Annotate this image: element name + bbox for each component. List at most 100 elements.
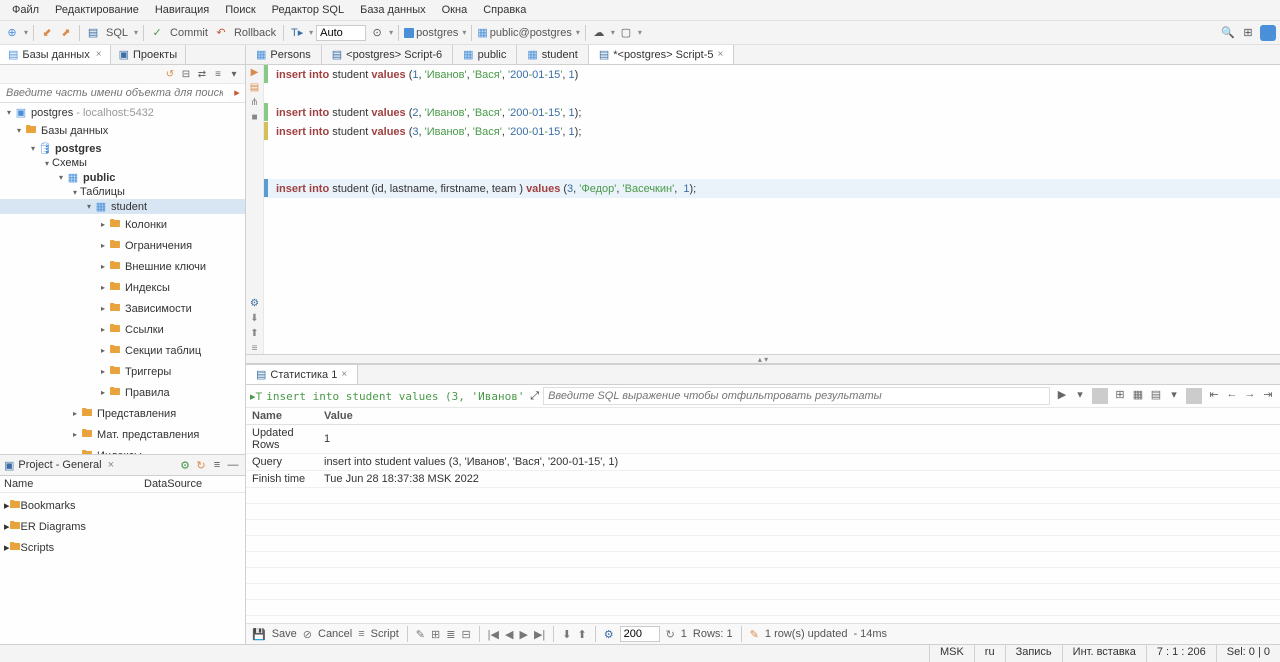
menu-nav[interactable]: Навигация (149, 2, 215, 18)
tab-stats[interactable]: ▤Статистика 1× (246, 365, 358, 384)
import-icon[interactable]: ⬆ (577, 628, 586, 641)
search-icon[interactable]: 🔍 (1220, 25, 1236, 41)
nav-back-icon[interactable]: ⬋ (39, 25, 55, 41)
link-icon[interactable]: ⇄ (195, 67, 209, 81)
rollback-icon[interactable]: ↶ (213, 25, 229, 41)
sql-label[interactable]: SQL (104, 27, 130, 39)
cloud-icon[interactable]: ☁ (591, 25, 607, 41)
commit-icon[interactable]: ✓ (149, 25, 165, 41)
menu-edit[interactable]: Редактирование (49, 2, 145, 18)
splitter[interactable]: ▴ ▾ (246, 354, 1280, 364)
close-icon[interactable]: × (718, 49, 724, 60)
export-icon[interactable]: ⬇ (562, 628, 571, 641)
gear-icon[interactable]: ⚙ (177, 457, 193, 473)
prev-icon[interactable]: ← (1224, 388, 1240, 404)
sql-dropdown-icon[interactable]: ▾ (134, 28, 138, 37)
more-icon[interactable]: ▾ (227, 67, 241, 81)
proj-item[interactable]: ▸🖿Bookmarks (0, 495, 245, 516)
close-icon[interactable]: × (96, 49, 102, 60)
tree-schemas[interactable]: ▾Схемы (0, 156, 245, 170)
sql-editor[interactable]: insert into student values (1, 'Иванов',… (264, 65, 1280, 354)
proj-item[interactable]: ▸🖿Scripts (0, 537, 245, 558)
tx-dropdown-icon[interactable]: ▾ (309, 28, 313, 37)
next-icon[interactable]: → (1242, 388, 1258, 404)
close-icon[interactable]: × (341, 369, 347, 380)
connection-selector[interactable]: postgres (404, 27, 458, 39)
add-row-icon[interactable]: ⊞ (431, 628, 440, 641)
prev-page-icon[interactable]: ◀ (505, 628, 513, 641)
tree-db-postgres[interactable]: ▾🛢postgres (0, 141, 245, 156)
panels-icon[interactable]: ⊞ (1112, 388, 1128, 404)
refresh-icon[interactable]: ↺ (163, 67, 177, 81)
rollback-label[interactable]: Rollback (232, 27, 278, 39)
proj-item[interactable]: ▸🖿ER Diagrams (0, 516, 245, 537)
tree-folder[interactable]: ▸🖿Представления (0, 403, 245, 424)
project-title[interactable]: ▣ Project - General × (4, 459, 177, 472)
nav-fwd-icon[interactable]: ⬈ (58, 25, 74, 41)
menu-sql[interactable]: Редактор SQL (266, 2, 350, 18)
results-grid[interactable]: NameValue Updated Rows1 Queryinsert into… (246, 408, 1280, 623)
nav-search-input[interactable] (0, 84, 229, 102)
tree-folder[interactable]: ▸🖿Правила (0, 382, 245, 403)
filter-icon[interactable]: ≡ (211, 67, 225, 81)
first-page-icon[interactable]: |◀ (488, 628, 499, 641)
explain-icon[interactable]: ⋔ (250, 97, 258, 108)
tree-folder[interactable]: ▸🖿Индексы (0, 445, 245, 454)
tree-folder[interactable]: ▸🖿Ограничения (0, 235, 245, 256)
close-icon[interactable]: × (108, 459, 114, 471)
tab-script6[interactable]: ▤<postgres> Script-6 (322, 45, 453, 64)
expand-icon[interactable]: ⤢ (530, 390, 539, 403)
schema-selector[interactable]: ▦public@postgres (477, 26, 572, 39)
stop-icon[interactable]: ■ (251, 112, 257, 123)
last-page-icon[interactable]: ▶| (534, 628, 545, 641)
tx-mode-icon[interactable]: T▸ (289, 25, 305, 41)
del-row-icon[interactable]: ⊟ (461, 628, 470, 641)
last-icon[interactable]: ⇥ (1260, 388, 1276, 404)
tab-persons[interactable]: ▦Persons (246, 45, 322, 64)
minimize-icon[interactable]: — (225, 457, 241, 473)
run-icon[interactable]: ▶ (251, 67, 259, 78)
autocommit-input[interactable] (316, 25, 366, 41)
tree-folder[interactable]: ▸🖿Триггеры (0, 361, 245, 382)
tree-folder[interactable]: ▸🖿Секции таблиц (0, 340, 245, 361)
tree-folder[interactable]: ▸🖿Внешние ключи (0, 256, 245, 277)
tree-folder[interactable]: ▸🖿Зависимости (0, 298, 245, 319)
tree-folder[interactable]: ▸🖿Индексы (0, 277, 245, 298)
menu-search[interactable]: Поиск (219, 2, 261, 18)
menu-file[interactable]: Файл (6, 2, 45, 18)
dup-row-icon[interactable]: ≣ (446, 628, 455, 641)
menu-windows[interactable]: Окна (436, 2, 474, 18)
new-conn-dropdown-icon[interactable]: ▾ (24, 28, 28, 37)
gear-icon[interactable]: ⚙ (250, 298, 259, 309)
tree-tables[interactable]: ▾Таблицы (0, 185, 245, 199)
script-icon[interactable]: ≡ (358, 628, 364, 640)
menu-help[interactable]: Справка (477, 2, 532, 18)
tree-databases[interactable]: ▾🖿Базы данных (0, 120, 245, 141)
apply-icon[interactable]: ▶ (1054, 388, 1070, 404)
perspective-icon[interactable]: ⊞ (1240, 25, 1256, 41)
import-icon[interactable]: ⬆ (250, 328, 258, 339)
refresh-icon[interactable]: ↻ (666, 628, 675, 641)
export-icon[interactable]: ⬇ (250, 313, 258, 324)
more-icon[interactable]: ▾ (1166, 388, 1182, 404)
commit-label[interactable]: Commit (168, 27, 210, 39)
record-icon[interactable]: ▦ (1130, 388, 1146, 404)
menu-icon[interactable]: ≡ (252, 343, 258, 354)
edit-icon[interactable]: ✎ (416, 628, 425, 641)
elephant-icon[interactable] (1260, 25, 1276, 41)
gear-icon[interactable]: ⚙ (604, 628, 614, 641)
sql-script-icon[interactable]: ▤ (85, 25, 101, 41)
new-connection-icon[interactable]: ⊕ (4, 25, 20, 41)
tree-connection[interactable]: ▾▣postgres - localhost:5432 (0, 105, 245, 120)
tab-public[interactable]: ▦public (453, 45, 517, 64)
filter-input[interactable] (543, 387, 1050, 405)
text-icon[interactable]: ▤ (1148, 388, 1164, 404)
tab-script5[interactable]: ▤*<postgres> Script-5× (589, 45, 735, 64)
tab-databases[interactable]: ▤ Базы данных × (0, 45, 111, 64)
tree-student[interactable]: ▾▦student (0, 199, 245, 214)
collapse-icon[interactable]: ⊟ (179, 67, 193, 81)
tree-public[interactable]: ▾▦public (0, 170, 245, 185)
settings-icon[interactable]: ≡ (209, 457, 225, 473)
tx-confirm-icon[interactable]: ⊙ (369, 25, 385, 41)
open-icon[interactable]: ▢ (618, 25, 634, 41)
